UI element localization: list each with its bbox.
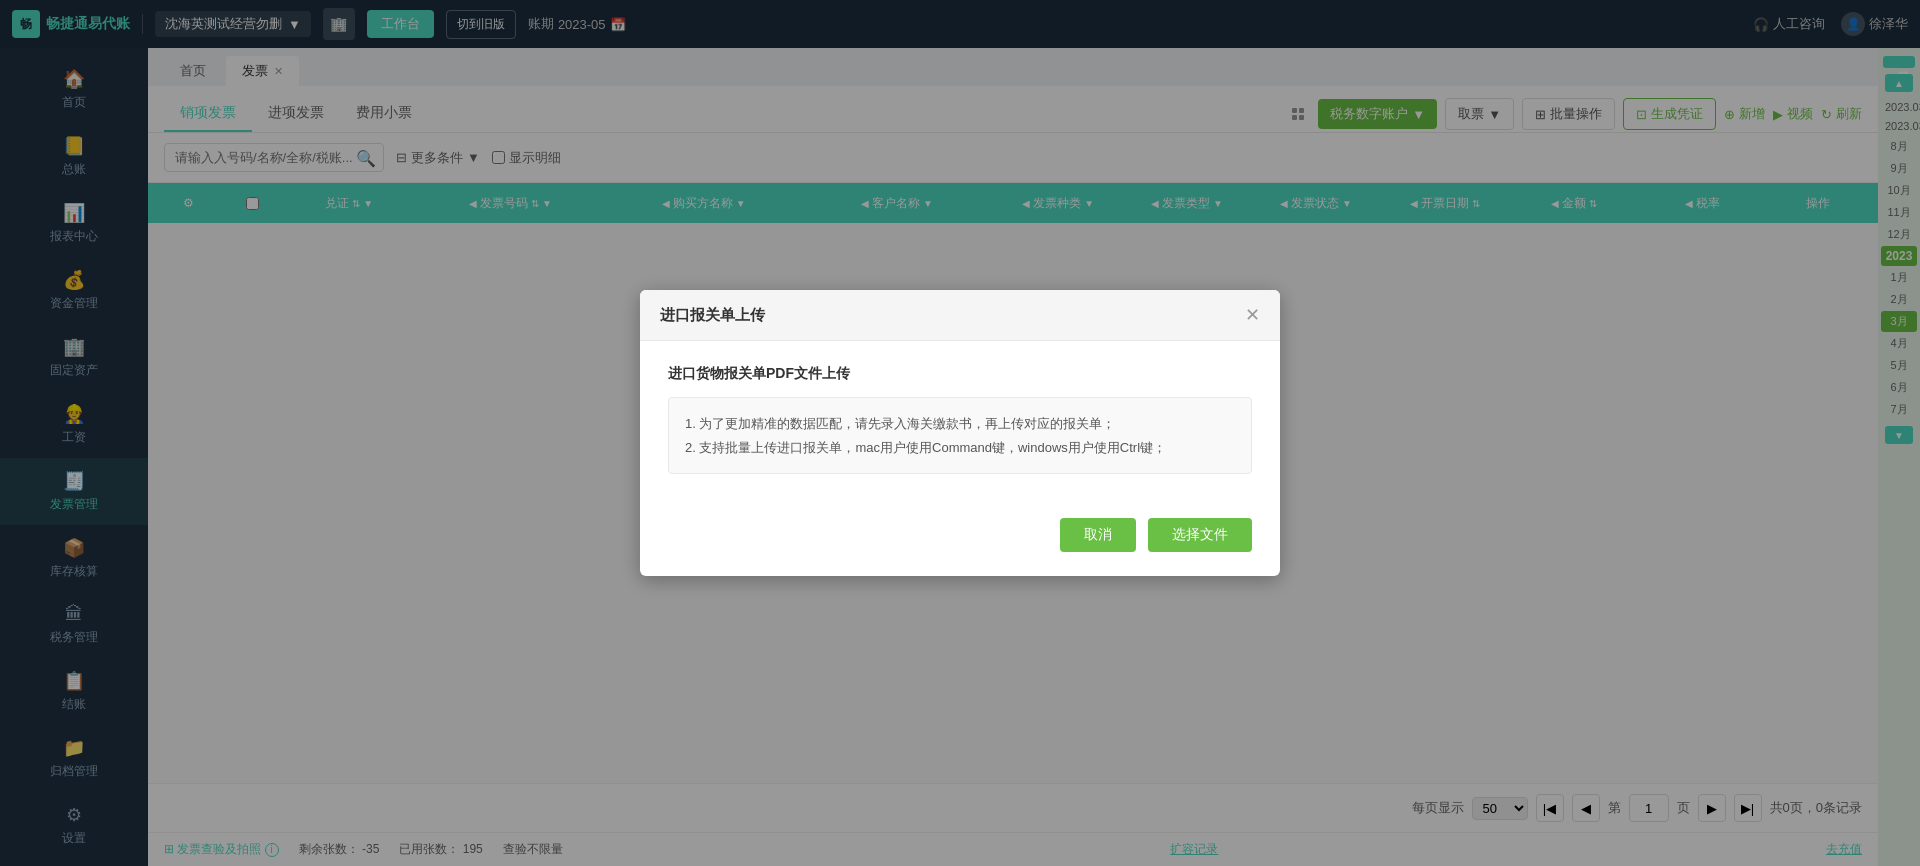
modal-cancel-button[interactable]: 取消 [1060, 518, 1136, 552]
modal-body: 进口货物报关单PDF文件上传 1. 为了更加精准的数据匹配，请先录入海关缴款书，… [640, 341, 1280, 518]
modal-overlay: 进口报关单上传 ✕ 进口货物报关单PDF文件上传 1. 为了更加精准的数据匹配，… [0, 0, 1920, 866]
modal-footer: 取消 选择文件 [640, 518, 1280, 576]
modal-info-line2: 2. 支持批量上传进口报关单，mac用户使用Command键，windows用户… [685, 436, 1235, 459]
modal-section-title: 进口货物报关单PDF文件上传 [668, 365, 1252, 383]
modal-info-line1: 1. 为了更加精准的数据匹配，请先录入海关缴款书，再上传对应的报关单； [685, 412, 1235, 435]
modal-select-file-button[interactable]: 选择文件 [1148, 518, 1252, 552]
modal-info-box: 1. 为了更加精准的数据匹配，请先录入海关缴款书，再上传对应的报关单； 2. 支… [668, 397, 1252, 474]
import-modal: 进口报关单上传 ✕ 进口货物报关单PDF文件上传 1. 为了更加精准的数据匹配，… [640, 290, 1280, 576]
modal-title: 进口报关单上传 [660, 306, 765, 325]
modal-header: 进口报关单上传 ✕ [640, 290, 1280, 341]
modal-close-button[interactable]: ✕ [1245, 304, 1260, 326]
